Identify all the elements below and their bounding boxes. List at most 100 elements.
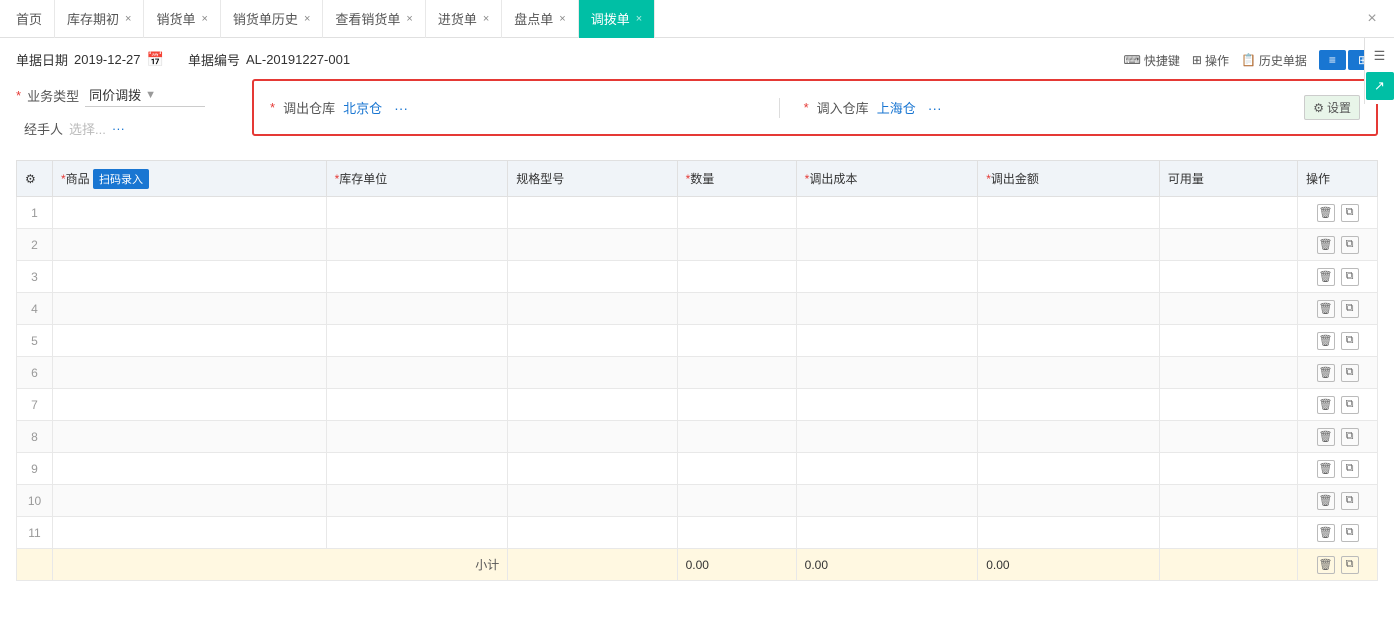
layout-button[interactable]: ≡ xyxy=(1319,50,1346,70)
settings-button[interactable]: ⚙ 设置 xyxy=(1304,95,1360,120)
table-cell[interactable] xyxy=(326,261,508,293)
table-cell[interactable] xyxy=(53,453,327,485)
right-panel-export-icon[interactable]: ↗ xyxy=(1366,72,1394,100)
copy-icon[interactable]: ⧉ xyxy=(1341,524,1359,542)
table-header-row: ⚙ *商品 扫码录入 *库存单位 规格型号 *数量 *调出成本 *调出金额 可用… xyxy=(17,161,1378,197)
window-close-button[interactable]: × xyxy=(1358,5,1386,33)
table-cell xyxy=(508,229,677,261)
table-header-amount: *调出金额 xyxy=(978,161,1160,197)
table-cell[interactable] xyxy=(326,229,508,261)
close-icon[interactable]: × xyxy=(125,13,131,25)
table-cell xyxy=(677,325,796,357)
copy-icon[interactable]: ⧉ xyxy=(1341,460,1359,478)
table-cell[interactable] xyxy=(53,421,327,453)
table-cell[interactable] xyxy=(326,389,508,421)
table-cell[interactable] xyxy=(53,517,327,549)
tab-inventory-init[interactable]: 库存期初 × xyxy=(55,0,144,38)
table-cell[interactable] xyxy=(326,357,508,389)
history-button[interactable]: 📋 历史单据 xyxy=(1241,52,1307,69)
right-panel-list-icon[interactable]: ☰ xyxy=(1366,42,1394,70)
table-ops-cell: 🗑 ⧉ xyxy=(1298,357,1378,389)
table-cell xyxy=(796,293,978,325)
table-ops-cell: 🗑 ⧉ xyxy=(1298,517,1378,549)
divider xyxy=(779,98,780,118)
delete-icon[interactable]: 🗑 xyxy=(1317,268,1335,286)
table-cell xyxy=(677,261,796,293)
table-header-gear[interactable]: ⚙ xyxy=(17,161,53,197)
table-cell[interactable] xyxy=(53,197,327,229)
table-cell xyxy=(508,325,677,357)
close-icon[interactable]: × xyxy=(406,13,412,25)
table-cell[interactable] xyxy=(326,293,508,325)
tab-purchase-order[interactable]: 进货单 × xyxy=(426,0,502,38)
delete-icon[interactable]: 🗑 xyxy=(1317,524,1335,542)
table-cell[interactable] xyxy=(53,485,327,517)
table-cell[interactable] xyxy=(53,357,327,389)
delete-icon[interactable]: 🗑 xyxy=(1317,300,1335,318)
copy-icon[interactable]: ⧉ xyxy=(1341,268,1359,286)
copy-icon[interactable]: ⧉ xyxy=(1341,428,1359,446)
tab-sales-order[interactable]: 销货单 × xyxy=(144,0,220,38)
table-cell[interactable] xyxy=(53,261,327,293)
delete-icon[interactable]: 🗑 xyxy=(1317,460,1335,478)
delete-icon[interactable]: 🗑 xyxy=(1317,236,1335,254)
delete-icon[interactable]: 🗑 xyxy=(1317,428,1335,446)
table-cell[interactable] xyxy=(326,197,508,229)
close-icon[interactable]: × xyxy=(201,13,207,25)
operation-button[interactable]: ⊞ 操作 xyxy=(1192,52,1229,69)
tab-sales-history[interactable]: 销货单历史 × xyxy=(221,0,323,38)
out-warehouse-more-icon[interactable]: ··· xyxy=(394,100,408,116)
table-cell[interactable] xyxy=(53,389,327,421)
close-icon[interactable]: × xyxy=(636,13,642,25)
copy-icon[interactable]: ⧉ xyxy=(1341,556,1359,574)
tab-home[interactable]: 首页 xyxy=(8,0,55,38)
biz-type-select[interactable]: 同价调拨 ▼ xyxy=(85,83,205,107)
table-cell[interactable] xyxy=(53,293,327,325)
table-cell xyxy=(1159,229,1297,261)
layout-icon: ≡ xyxy=(1329,53,1336,67)
shortcut-button[interactable]: ⌨ 快捷键 xyxy=(1124,52,1180,69)
person-more-icon[interactable]: ··· xyxy=(112,121,125,136)
table-cell xyxy=(508,293,677,325)
close-icon[interactable]: × xyxy=(304,13,310,25)
copy-icon[interactable]: ⧉ xyxy=(1341,300,1359,318)
tab-view-sales[interactable]: 查看销货单 × xyxy=(323,0,425,38)
delete-icon[interactable]: 🗑 xyxy=(1317,204,1335,222)
scan-button[interactable]: 扫码录入 xyxy=(93,169,149,189)
delete-icon[interactable]: 🗑 xyxy=(1317,364,1335,382)
table-cell[interactable] xyxy=(53,325,327,357)
table-cell xyxy=(677,229,796,261)
copy-icon[interactable]: ⧉ xyxy=(1341,204,1359,222)
table-cell[interactable] xyxy=(326,453,508,485)
delete-icon[interactable]: 🗑 xyxy=(1317,332,1335,350)
table-cell xyxy=(508,389,677,421)
copy-icon[interactable]: ⧉ xyxy=(1341,492,1359,510)
copy-icon[interactable]: ⧉ xyxy=(1341,236,1359,254)
out-warehouse-value: 北京仓 xyxy=(343,98,382,117)
table-cell[interactable] xyxy=(326,325,508,357)
copy-icon[interactable]: ⧉ xyxy=(1341,364,1359,382)
tab-transfer-order[interactable]: 调拨单 × xyxy=(579,0,655,38)
table-cell[interactable] xyxy=(53,229,327,261)
delete-icon[interactable]: 🗑 xyxy=(1317,396,1335,414)
person-select[interactable]: 选择... xyxy=(69,119,106,138)
row-number: 6 xyxy=(17,357,53,389)
table-cell xyxy=(508,261,677,293)
table-cell xyxy=(508,485,677,517)
delete-icon[interactable]: 🗑 xyxy=(1317,492,1335,510)
delete-icon[interactable]: 🗑 xyxy=(1317,556,1335,574)
table-cell[interactable] xyxy=(326,421,508,453)
copy-icon[interactable]: ⧉ xyxy=(1341,332,1359,350)
table-cell xyxy=(677,485,796,517)
table-cell[interactable] xyxy=(326,485,508,517)
copy-icon[interactable]: ⧉ xyxy=(1341,396,1359,414)
in-warehouse-more-icon[interactable]: ··· xyxy=(928,100,942,116)
close-icon[interactable]: × xyxy=(559,13,565,25)
in-warehouse-value: 上海仓 xyxy=(877,98,916,117)
close-icon[interactable]: × xyxy=(483,13,489,25)
row-number: 3 xyxy=(17,261,53,293)
calendar-icon[interactable]: 📅 xyxy=(147,51,164,68)
table-cell xyxy=(508,453,677,485)
tab-inventory-check[interactable]: 盘点单 × xyxy=(502,0,578,38)
table-cell[interactable] xyxy=(326,517,508,549)
